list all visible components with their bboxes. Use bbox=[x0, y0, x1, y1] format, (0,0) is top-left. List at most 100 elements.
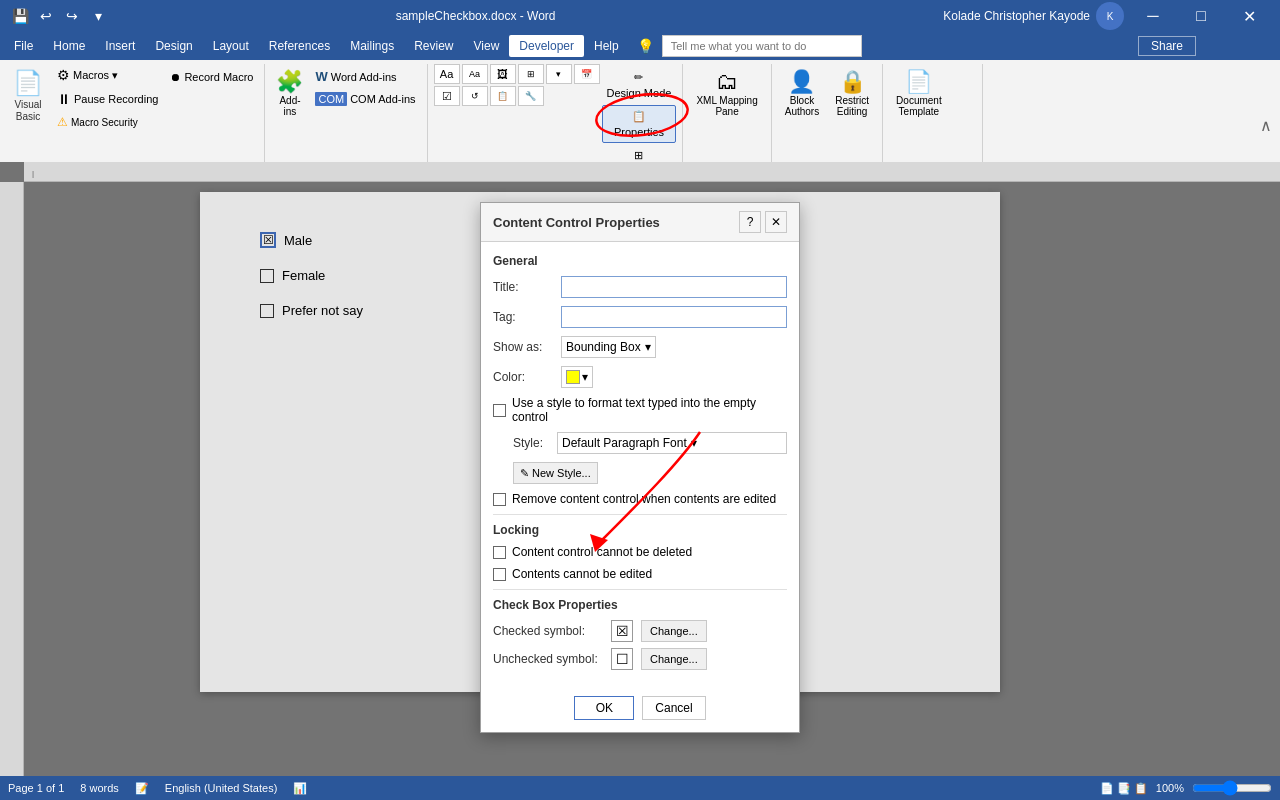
warning-icon: ⚠ bbox=[57, 115, 68, 129]
ribbon-collapse-btn[interactable]: ∧ bbox=[1260, 115, 1272, 134]
minimize-btn[interactable]: ─ bbox=[1130, 0, 1176, 32]
document-template-icon: 📄 bbox=[905, 69, 932, 95]
design-mode-label: Design Mode bbox=[607, 87, 672, 99]
new-style-btn-wrapper: ✎ New Style... bbox=[493, 462, 787, 484]
pause-recording-btn[interactable]: ⏸ Pause Recording bbox=[52, 88, 163, 110]
com-add-ins-btn[interactable]: COM COM Add-ins bbox=[310, 89, 420, 109]
customize-qat-btn[interactable]: ▾ bbox=[86, 4, 110, 28]
title-input[interactable] bbox=[561, 276, 787, 298]
close-btn[interactable]: ✕ bbox=[1226, 0, 1272, 32]
proofing-icon: 📝 bbox=[135, 782, 149, 795]
show-as-dropdown[interactable]: Bounding Box ▾ bbox=[561, 336, 656, 358]
word-count: 8 words bbox=[80, 782, 119, 795]
pause-icon: ⏸ bbox=[57, 91, 71, 107]
macros-label: Macros ▾ bbox=[73, 69, 118, 82]
cancel-button[interactable]: Cancel bbox=[642, 696, 705, 720]
checked-change-btn[interactable]: Change... bbox=[641, 620, 707, 642]
color-picker-btn[interactable]: ▾ bbox=[561, 366, 593, 388]
tell-me-input[interactable] bbox=[662, 35, 862, 57]
save-btn[interactable]: 💾 bbox=[8, 4, 32, 28]
style-chevron: ▾ bbox=[691, 436, 697, 450]
menu-developer[interactable]: Developer bbox=[509, 35, 584, 57]
redo-btn[interactable]: ↪ bbox=[60, 4, 84, 28]
ctrl-legacy-btn[interactable]: 📋 bbox=[490, 86, 516, 106]
block-authors-btn[interactable]: 👤 BlockAuthors bbox=[778, 64, 826, 122]
properties-btn[interactable]: 📋 Properties bbox=[602, 105, 677, 143]
title-field-label: Title: bbox=[493, 280, 553, 294]
cannot-delete-checkbox[interactable] bbox=[493, 546, 506, 559]
restrict-editing-icon: 🔒 bbox=[839, 69, 866, 95]
visual-basic-label: VisualBasic bbox=[14, 99, 41, 123]
add-ins-icon: 🧩 bbox=[276, 69, 303, 95]
title-row: Title: bbox=[493, 276, 787, 298]
checked-symbol-box: ☒ bbox=[611, 620, 633, 642]
ctrl-text-btn[interactable]: Aa bbox=[434, 64, 460, 84]
restrict-editing-btn[interactable]: 🔒 RestrictEditing bbox=[828, 64, 876, 122]
content-control-properties-dialog: Content Control Properties ? ✕ General T… bbox=[480, 202, 800, 733]
menu-insert[interactable]: Insert bbox=[95, 35, 145, 57]
pause-label: Pause Recording bbox=[74, 93, 158, 105]
code-group-content: 📄 VisualBasic ⚙ Macros ▾ ⏸ Pause Recordi… bbox=[6, 64, 258, 172]
xml-mapping-pane-btn[interactable]: 🗂 XML MappingPane bbox=[689, 64, 764, 122]
record-label: Record Macro bbox=[184, 71, 253, 83]
tag-input[interactable] bbox=[561, 306, 787, 328]
ctrl-legacy2-btn[interactable]: 🔧 bbox=[518, 86, 544, 106]
username-label: Kolade Christopher Kayode bbox=[943, 9, 1090, 23]
ok-button[interactable]: OK bbox=[574, 696, 634, 720]
restore-btn[interactable]: □ bbox=[1178, 0, 1224, 32]
macros-btn[interactable]: ⚙ Macros ▾ bbox=[52, 64, 163, 86]
zoom-slider[interactable] bbox=[1192, 780, 1272, 796]
new-style-btn[interactable]: ✎ New Style... bbox=[513, 462, 598, 484]
add-ins-btn[interactable]: 🧩 Add-ins bbox=[271, 64, 308, 122]
menu-layout[interactable]: Layout bbox=[203, 35, 259, 57]
style-dropdown[interactable]: Default Paragraph Font ▾ bbox=[557, 432, 787, 454]
menu-file[interactable]: File bbox=[4, 35, 43, 57]
group-icon: ⊞ bbox=[634, 149, 643, 162]
ctrl-image-btn[interactable]: 🖼 bbox=[490, 64, 516, 84]
document-template-btn[interactable]: 📄 DocumentTemplate bbox=[889, 64, 949, 122]
dialog-close-btn[interactable]: ✕ bbox=[765, 211, 787, 233]
word-add-ins-label: Word Add-ins bbox=[331, 71, 397, 83]
block-authors-icon: 👤 bbox=[788, 69, 815, 95]
record-macro-btn[interactable]: ⏺ Record Macro bbox=[165, 68, 258, 86]
ctrl-checkbox-btn[interactable]: ☑ bbox=[434, 86, 460, 106]
statusbar-left: Page 1 of 1 8 words 📝 English (United St… bbox=[8, 782, 307, 795]
ctrl-plaintext-btn[interactable]: Aa bbox=[462, 64, 488, 84]
menu-review[interactable]: Review bbox=[404, 35, 463, 57]
unchecked-symbol-row: Unchecked symbol: ☐ Change... bbox=[493, 648, 787, 670]
checked-symbol-field-label: Checked symbol: bbox=[493, 624, 603, 638]
menu-view[interactable]: View bbox=[464, 35, 510, 57]
design-mode-btn[interactable]: ✏ Design Mode bbox=[602, 66, 677, 104]
menu-references[interactable]: References bbox=[259, 35, 340, 57]
user-avatar: K bbox=[1096, 2, 1124, 30]
xml-mapping-icon: 🗂 bbox=[716, 69, 738, 95]
remove-when-edited-checkbox[interactable] bbox=[493, 493, 506, 506]
share-button[interactable]: Share bbox=[1138, 36, 1196, 56]
ctrl-date-btn[interactable]: 📅 bbox=[574, 64, 600, 84]
view-mode-icons: 📄 📑 📋 bbox=[1100, 782, 1148, 795]
ctrl-repeat-btn[interactable]: ↺ bbox=[462, 86, 488, 106]
menu-help[interactable]: Help bbox=[584, 35, 629, 57]
statusbar: Page 1 of 1 8 words 📝 English (United St… bbox=[0, 776, 1280, 800]
use-style-checkbox[interactable] bbox=[493, 404, 506, 417]
language: English (United States) bbox=[165, 782, 278, 795]
add-ins-label: Add-ins bbox=[279, 95, 300, 117]
cannot-edit-checkbox[interactable] bbox=[493, 568, 506, 581]
ctrl-dropdown-btn[interactable]: ▾ bbox=[546, 64, 572, 84]
menu-design[interactable]: Design bbox=[145, 35, 202, 57]
unchecked-change-btn[interactable]: Change... bbox=[641, 648, 707, 670]
menu-home[interactable]: Home bbox=[43, 35, 95, 57]
user-info: Kolade Christopher Kayode K ─ □ ✕ bbox=[943, 0, 1272, 32]
search-light-icon: 💡 bbox=[637, 38, 654, 54]
new-style-icon: ✎ bbox=[520, 467, 529, 480]
macro-security-btn[interactable]: ⚠ Macro Security bbox=[52, 112, 163, 132]
word-add-ins-btn[interactable]: W Word Add-ins bbox=[310, 66, 420, 87]
ctrl-combo-btn[interactable]: ⊞ bbox=[518, 64, 544, 84]
visual-basic-btn[interactable]: 📄 VisualBasic bbox=[6, 64, 50, 132]
undo-btn[interactable]: ↩ bbox=[34, 4, 58, 28]
checkbox-props-section-label: Check Box Properties bbox=[493, 598, 787, 612]
dialog-help-btn[interactable]: ? bbox=[739, 211, 761, 233]
use-style-row: Use a style to format text typed into th… bbox=[493, 396, 787, 424]
color-row: Color: ▾ bbox=[493, 366, 787, 388]
menu-mailings[interactable]: Mailings bbox=[340, 35, 404, 57]
